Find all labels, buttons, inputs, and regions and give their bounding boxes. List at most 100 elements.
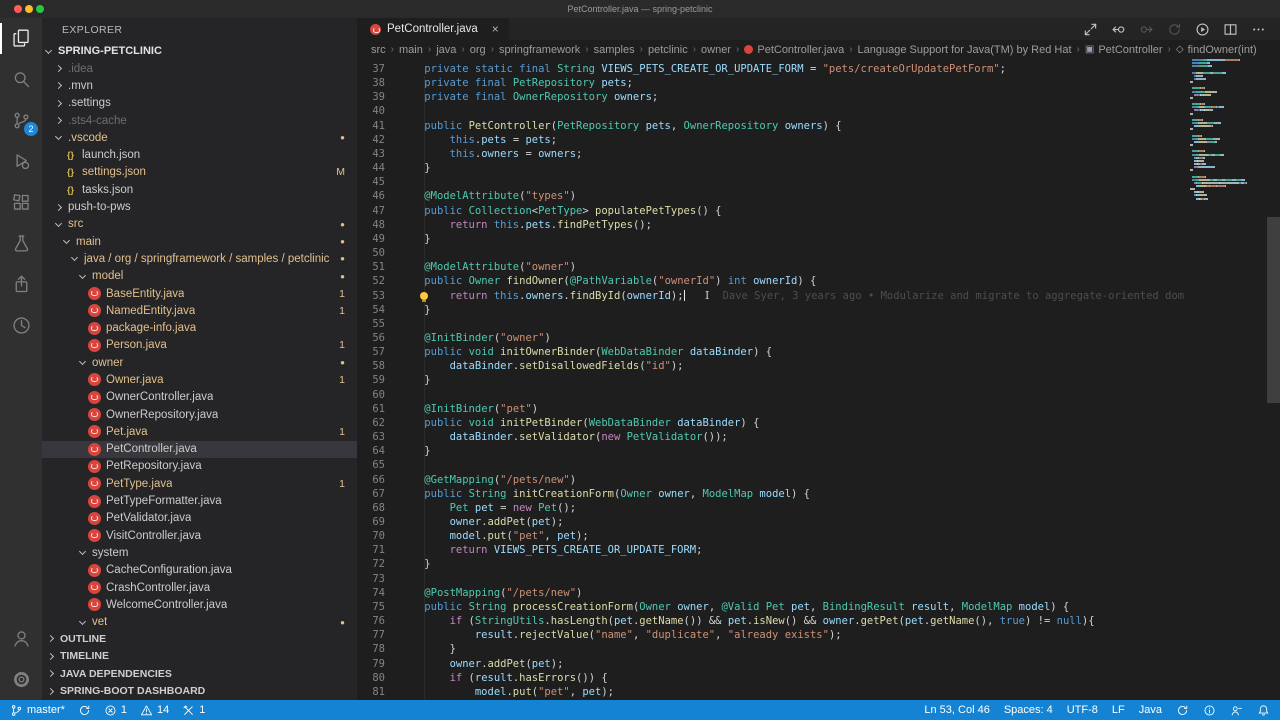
tree-item-petvalidator.java[interactable]: PetValidator.java: [42, 510, 357, 527]
code-line-71[interactable]: 71 return VIEWS_PETS_CREATE_OR_UPDATE_FO…: [357, 543, 1280, 557]
code-line-40[interactable]: 40: [357, 104, 1280, 118]
tree-item-package-info.java[interactable]: package-info.java: [42, 319, 357, 336]
line-number[interactable]: 79: [357, 657, 385, 671]
scrollbar-thumb[interactable]: [1267, 217, 1280, 403]
code-line-67[interactable]: 67 public String initCreationForm(Owner …: [357, 487, 1280, 501]
line-number[interactable]: 61: [357, 402, 385, 416]
tree-item-push-to-pws[interactable]: push-to-pws: [42, 198, 357, 215]
tree-item-petcontroller.java[interactable]: PetController.java: [42, 441, 357, 458]
breadcrumb-item[interactable]: Language Support for Java(TM) by Red Hat: [858, 44, 1072, 56]
breadcrumb-item[interactable]: ▣PetController: [1085, 44, 1163, 56]
status-tools[interactable]: 1: [182, 704, 205, 717]
code-line-75[interactable]: 75 public String processCreationForm(Own…: [357, 600, 1280, 614]
status-sync[interactable]: [78, 704, 91, 717]
tree-item-settings.json[interactable]: {}settings.jsonM: [42, 164, 357, 181]
compare-icon[interactable]: [1083, 22, 1098, 37]
tree-item-src[interactable]: src●: [42, 216, 357, 233]
code-line-80[interactable]: 80 if (result.hasErrors()) {: [357, 671, 1280, 685]
line-number[interactable]: 59: [357, 373, 385, 387]
line-number[interactable]: 72: [357, 557, 385, 571]
status-error[interactable]: 1: [104, 704, 127, 717]
code-line-62[interactable]: 62 public void initPetBinder(WebDataBind…: [357, 416, 1280, 430]
status-branch[interactable]: master*: [10, 704, 65, 717]
line-number[interactable]: 65: [357, 458, 385, 472]
breadcrumb-item[interactable]: petclinic: [648, 44, 688, 56]
tree-item-pettypeformatter.java[interactable]: PetTypeFormatter.java: [42, 492, 357, 509]
split-icon[interactable]: [1223, 22, 1238, 37]
code-line-78[interactable]: 78 }: [357, 642, 1280, 656]
code-line-60[interactable]: 60: [357, 388, 1280, 402]
line-number[interactable]: 47: [357, 204, 385, 218]
line-number[interactable]: 42: [357, 133, 385, 147]
tree-item-petrepository.java[interactable]: PetRepository.java: [42, 458, 357, 475]
line-number[interactable]: 58: [357, 359, 385, 373]
code-line-61[interactable]: 61 @InitBinder("pet"): [357, 402, 1280, 416]
breadcrumb-item[interactable]: owner: [701, 44, 731, 56]
tree-item-.sts4-cache[interactable]: .sts4-cache: [42, 112, 357, 129]
line-number[interactable]: 63: [357, 430, 385, 444]
line-number[interactable]: 54: [357, 303, 385, 317]
tree-item-cacheconfiguration.java[interactable]: CacheConfiguration.java: [42, 562, 357, 579]
breadcrumb-item[interactable]: java: [436, 44, 456, 56]
tree-item-launch.json[interactable]: {}launch.json: [42, 146, 357, 163]
tree-item-owner[interactable]: owner●: [42, 354, 357, 371]
close-tab-icon[interactable]: ×: [492, 22, 499, 36]
tree-item-ownerrepository.java[interactable]: OwnerRepository.java: [42, 406, 357, 423]
breadcrumb-item[interactable]: src: [371, 44, 386, 56]
line-number[interactable]: 62: [357, 416, 385, 430]
code-line-48[interactable]: 48 return this.pets.findPetTypes();: [357, 218, 1280, 232]
line-number[interactable]: 78: [357, 642, 385, 656]
refresh-icon[interactable]: [1167, 22, 1182, 37]
status-warning[interactable]: 14: [140, 704, 169, 717]
code-line-39[interactable]: 39 private final OwnerRepository owners;: [357, 90, 1280, 104]
code-line-49[interactable]: 49 }: [357, 232, 1280, 246]
more-icon[interactable]: [1251, 22, 1266, 37]
line-number[interactable]: 55: [357, 317, 385, 331]
tree-item-visitcontroller.java[interactable]: VisitController.java: [42, 527, 357, 544]
breadcrumb-item[interactable]: ◇findOwner(int): [1176, 44, 1257, 56]
zoom-window-button[interactable]: [36, 5, 44, 13]
code-line-38[interactable]: 38 private final PetRepository pets;: [357, 76, 1280, 90]
breadcrumb-item[interactable]: springframework: [499, 44, 580, 56]
code-line-68[interactable]: 68 Pet pet = new Pet();: [357, 501, 1280, 515]
code-line-66[interactable]: 66 @GetMapping("/pets/new"): [357, 473, 1280, 487]
tree-item-system[interactable]: system: [42, 544, 357, 561]
tree-item-baseentity.java[interactable]: BaseEntity.java1: [42, 285, 357, 302]
line-number[interactable]: 64: [357, 444, 385, 458]
line-number[interactable]: 71: [357, 543, 385, 557]
minimap[interactable]: [1188, 59, 1266, 259]
line-number[interactable]: 81: [357, 685, 385, 699]
tree-item-pettype.java[interactable]: PetType.java1: [42, 475, 357, 492]
tree-item-welcomecontroller.java[interactable]: WelcomeController.java: [42, 596, 357, 613]
code-line-42[interactable]: 42 this.pets = pets;: [357, 133, 1280, 147]
line-number[interactable]: 44: [357, 161, 385, 175]
tree-item-.vscode[interactable]: .vscode●: [42, 129, 357, 146]
line-number[interactable]: 43: [357, 147, 385, 161]
activity-run-debug-icon[interactable]: [0, 141, 42, 182]
code-line-37[interactable]: 37 private static final String VIEWS_PET…: [357, 62, 1280, 76]
status-java[interactable]: Java: [1139, 704, 1162, 716]
line-number[interactable]: 76: [357, 614, 385, 628]
code-line-47[interactable]: 47 public Collection<PetType> populatePe…: [357, 204, 1280, 218]
line-number[interactable]: 37: [357, 62, 385, 76]
status-bell[interactable]: [1257, 704, 1270, 717]
code-line-58[interactable]: 58 dataBinder.setDisallowedFields("id");: [357, 359, 1280, 373]
breadcrumb-item[interactable]: samples: [594, 44, 635, 56]
line-number[interactable]: 73: [357, 572, 385, 586]
line-number[interactable]: 53: [357, 289, 385, 303]
code-line-65[interactable]: 65: [357, 458, 1280, 472]
status-ln-53-col-46[interactable]: Ln 53, Col 46: [924, 704, 989, 716]
tree-item-java-org-springframework-samples-petclinic[interactable]: java / org / springframework / samples /…: [42, 250, 357, 267]
tab-petcontroller[interactable]: PetController.java ×: [357, 18, 509, 40]
line-number[interactable]: 66: [357, 473, 385, 487]
breadcrumb-item[interactable]: PetController.java: [744, 44, 844, 56]
code-line-53[interactable]: 53 return this.owners.findById(ownerId);…: [357, 289, 1280, 303]
line-number[interactable]: 75: [357, 600, 385, 614]
code-line-52[interactable]: 52 public Owner findOwner(@PathVariable(…: [357, 274, 1280, 288]
code-line-64[interactable]: 64 }: [357, 444, 1280, 458]
line-number[interactable]: 41: [357, 119, 385, 133]
activity-source-control-icon[interactable]: 2: [0, 100, 42, 141]
activity-account-icon[interactable]: [0, 618, 42, 659]
breadcrumb-item[interactable]: main: [399, 44, 423, 56]
window-controls[interactable]: [14, 5, 44, 13]
